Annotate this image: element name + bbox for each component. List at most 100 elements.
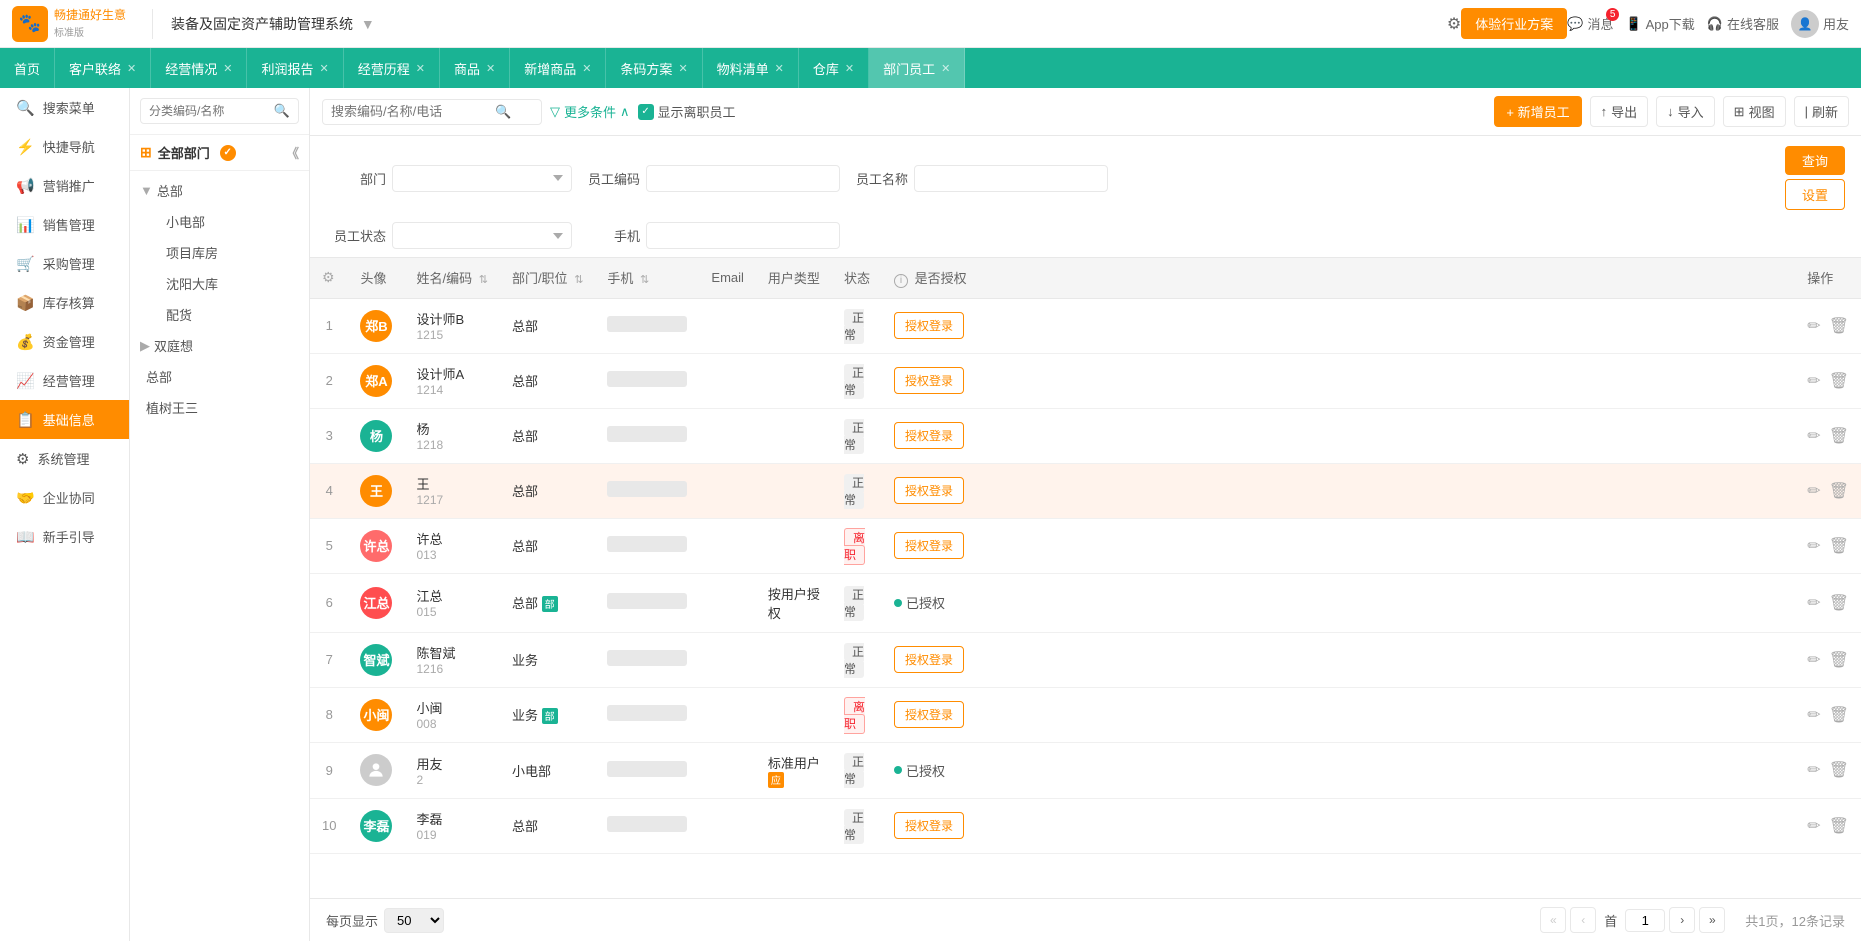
app-download-btn[interactable]: 📱 App下载 [1625,14,1694,33]
last-page-btn[interactable]: » [1699,907,1725,933]
phone-input[interactable] [646,222,840,249]
query-btn[interactable]: 查询 [1785,146,1845,175]
dept-node-shenyang[interactable]: 沈阳大库 [150,268,309,299]
close-icon[interactable]: ✕ [775,62,784,75]
delete-icon[interactable]: 🗑 [1829,705,1849,725]
auth-login-btn[interactable]: 授权登录 [894,812,964,839]
sidebar-item-inventory[interactable]: 📦 库存核算 [0,283,129,322]
view-btn[interactable]: ⊞ 视图 [1723,96,1786,127]
dept-search-box[interactable]: 🔍 [140,98,299,124]
show-resigned-toggle[interactable]: ✓ 显示离职员工 [638,102,736,121]
dept-node-shuangting[interactable]: ▶ 双庭想 [130,330,309,361]
online-service-btn[interactable]: 🎧 在线客服 [1707,14,1779,33]
dept-node-zhishu[interactable]: 植树王三 [130,392,309,423]
dept-node-xiaodibu[interactable]: 小电部 [150,206,309,237]
tab-profit[interactable]: 利润报告✕ [247,48,343,88]
auth-login-btn[interactable]: 授权登录 [894,422,964,449]
settings-icon[interactable]: ⚙ [322,269,335,285]
add-employee-btn[interactable]: + 新增员工 [1494,96,1581,127]
tab-goods[interactable]: 商品✕ [440,48,510,88]
more-btn[interactable]: | 刷新 [1794,96,1849,127]
edit-icon[interactable]: ✏ [1807,371,1820,391]
sidebar-item-quick-nav[interactable]: ⚡ 快捷导航 [0,127,129,166]
tab-warehouse[interactable]: 仓库✕ [799,48,869,88]
tab-customer[interactable]: 客户联络✕ [55,48,151,88]
delete-icon[interactable]: 🗑 [1829,593,1849,613]
delete-icon[interactable]: 🗑 [1829,481,1849,501]
auth-login-btn[interactable]: 授权登录 [894,701,964,728]
collapse-icon[interactable]: 《 [286,143,299,162]
tab-dept-staff[interactable]: 部门员工✕ [869,48,965,88]
sidebar-item-system[interactable]: ⚙ 系统管理 [0,439,129,478]
emp-status-select[interactable] [392,222,572,249]
edit-icon[interactable]: ✏ [1807,593,1820,613]
message-btn[interactable]: 💬 消息 5 [1567,14,1613,33]
page-size-select[interactable]: 50 10 20 100 [384,908,444,933]
edit-icon[interactable]: ✏ [1807,536,1820,556]
tab-business[interactable]: 经营情况✕ [151,48,247,88]
tab-bom[interactable]: 物料清单✕ [703,48,799,88]
edit-icon[interactable]: ✏ [1807,481,1820,501]
sidebar-item-marketing[interactable]: 📢 营销推广 [0,166,129,205]
sidebar-item-collab[interactable]: 🤝 企业协同 [0,478,129,517]
edit-icon[interactable]: ✏ [1807,705,1820,725]
delete-icon[interactable]: 🗑 [1829,650,1849,670]
next-page-btn[interactable]: › [1669,907,1695,933]
close-icon[interactable]: ✕ [223,62,232,75]
delete-icon[interactable]: 🗑 [1829,371,1849,391]
col-settings[interactable]: ⚙ [310,258,348,298]
dept-search-input[interactable] [149,104,270,118]
close-icon[interactable]: ✕ [941,62,950,75]
close-icon[interactable]: ✕ [582,62,591,75]
user-btn[interactable]: 👤 用友 [1791,10,1849,38]
close-icon[interactable]: ✕ [127,62,136,75]
delete-icon[interactable]: 🗑 [1829,816,1849,836]
more-filter-btn[interactable]: ▽ 更多条件 ∧ [550,102,630,121]
close-icon[interactable]: ✕ [486,62,495,75]
dept-node-hq[interactable]: ▼ 总部 [130,175,309,206]
sidebar-item-operations[interactable]: 📈 经营管理 [0,361,129,400]
tab-add-goods[interactable]: 新增商品✕ [510,48,606,88]
page-number-input[interactable] [1625,909,1665,932]
export-btn[interactable]: ↑ 导出 [1590,96,1649,127]
auth-login-btn[interactable]: 授权登录 [894,367,964,394]
col-name-code[interactable]: 姓名/编码 ⇅ [404,258,499,298]
delete-icon[interactable]: 🗑 [1829,760,1849,780]
close-icon[interactable]: ✕ [678,62,687,75]
sidebar-item-purchase[interactable]: 🛒 采购管理 [0,244,129,283]
close-icon[interactable]: ✕ [845,62,854,75]
search-input[interactable] [331,104,491,119]
auth-login-btn[interactable]: 授权登录 [894,646,964,673]
close-icon[interactable]: ✕ [416,62,425,75]
tab-barcode[interactable]: 条码方案✕ [606,48,702,88]
settings-icon[interactable]: ⚙ [1447,14,1461,34]
sidebar-item-guide[interactable]: 📖 新手引导 [0,517,129,556]
auth-login-btn[interactable]: 授权登录 [894,532,964,559]
dept-node-projectroom[interactable]: 项目库房 [150,237,309,268]
trial-button[interactable]: 体验行业方案 [1461,8,1567,39]
search-box[interactable]: 🔍 [322,99,542,125]
dept-node-peihuo[interactable]: 配货 [150,299,309,330]
sidebar-item-finance[interactable]: 💰 资金管理 [0,322,129,361]
tab-home[interactable]: 首页 [0,48,55,88]
auth-login-btn[interactable]: 授权登录 [894,312,964,339]
all-dept-item[interactable]: ⊞ 全部部门 ✓ 《 [130,135,309,171]
set-btn[interactable]: 设置 [1785,179,1845,210]
sidebar-item-sales[interactable]: 📊 销售管理 [0,205,129,244]
delete-icon[interactable]: 🗑 [1829,316,1849,336]
edit-icon[interactable]: ✏ [1807,316,1820,336]
delete-icon[interactable]: 🗑 [1829,426,1849,446]
sidebar-item-search[interactable]: 🔍 搜索菜单 [0,88,129,127]
col-dept-position[interactable]: 部门/职位 ⇅ [500,258,595,298]
edit-icon[interactable]: ✏ [1807,816,1820,836]
dept-select[interactable] [392,165,572,192]
delete-icon[interactable]: 🗑 [1829,536,1849,556]
prev-page-btn[interactable]: ‹ [1570,907,1596,933]
tab-history[interactable]: 经营历程✕ [344,48,440,88]
edit-icon[interactable]: ✏ [1807,760,1820,780]
import-btn[interactable]: ↓ 导入 [1656,96,1715,127]
sidebar-item-basic-info[interactable]: 📋 基础信息 [0,400,129,439]
emp-code-input[interactable] [646,165,840,192]
col-phone[interactable]: 手机 ⇅ [595,258,699,298]
first-page-btn[interactable]: « [1540,907,1566,933]
